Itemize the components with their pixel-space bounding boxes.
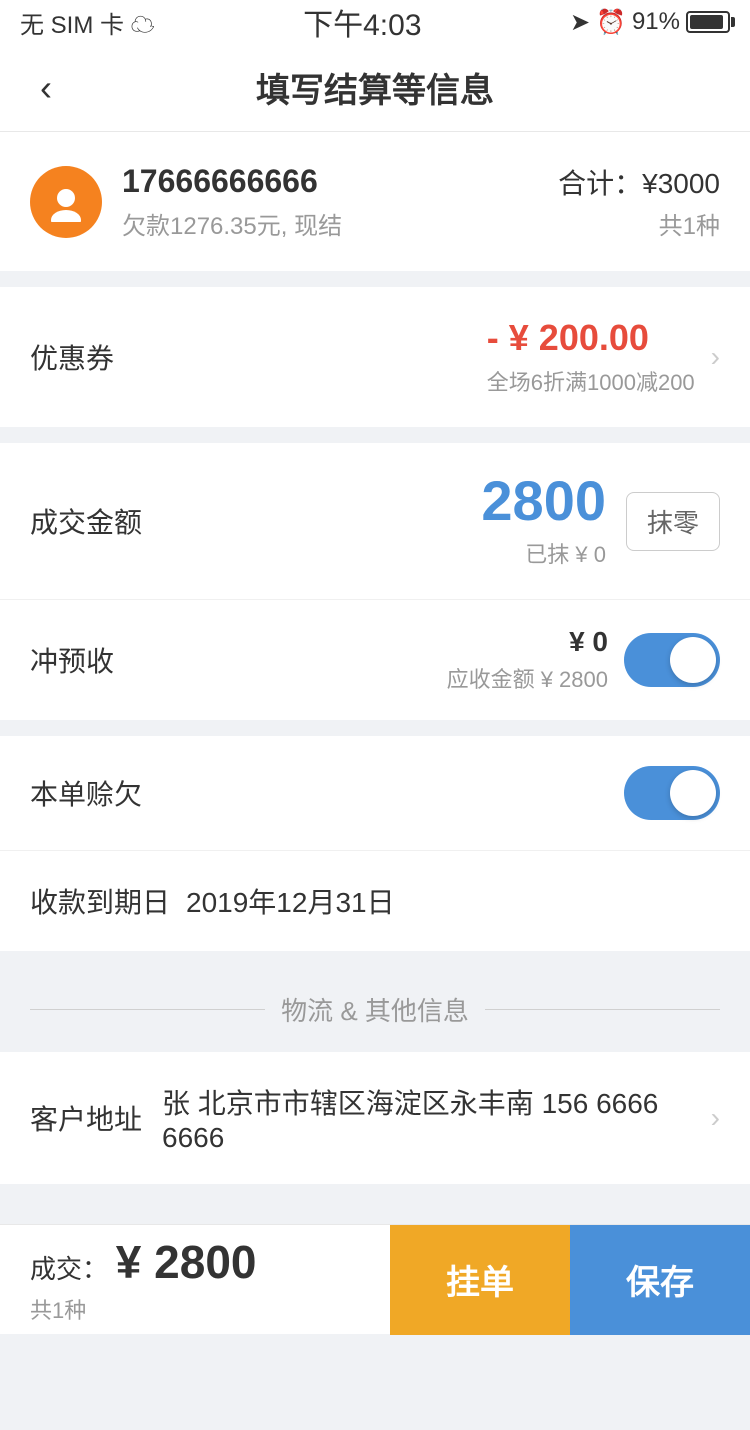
save-button[interactable]: 保存	[570, 1225, 750, 1335]
due-date-value: 2019年12月31日	[186, 881, 395, 921]
total-label: 合计：	[558, 168, 642, 199]
address-section: 客户地址 张 北京市市辖区海淀区永丰南 156 6666 6666 ›	[0, 1052, 750, 1184]
logistics-line-right	[485, 1009, 720, 1010]
battery-percent: 91%	[632, 8, 680, 36]
total-count: 共1种	[558, 206, 720, 241]
coupon-right: - ¥ 200.00 全场6折满1000减200 ›	[487, 317, 720, 397]
due-date-label: 收款到期日	[30, 881, 170, 921]
status-right: ➤ ⏰ 91%	[570, 8, 730, 37]
bandan-toggle-knob	[670, 770, 716, 816]
address-label: 客户地址	[30, 1098, 142, 1138]
coupon-section: 优惠券 - ¥ 200.00 全场6折满1000减200 ›	[0, 287, 750, 427]
logistics-label: 物流 & 其他信息	[281, 991, 469, 1028]
alarm-icon: ⏰	[596, 8, 626, 37]
deal-amount-sub: 已抹 ¥ 0	[481, 537, 606, 569]
footer-info: 成交： ¥ 2800 共1种	[0, 1235, 390, 1325]
bandan-row: 本单赊欠	[0, 736, 750, 850]
footer-count: 共1种	[30, 1293, 360, 1325]
chong-right: ¥ 0 应收金额 ¥ 2800	[447, 626, 720, 694]
footer-deal-line: 成交： ¥ 2800	[30, 1235, 360, 1289]
logistics-line-left	[30, 1009, 265, 1010]
coupon-row[interactable]: 优惠券 - ¥ 200.00 全场6折满1000减200 ›	[0, 287, 750, 427]
coupon-label: 优惠券	[30, 337, 114, 377]
avatar	[30, 166, 102, 238]
nav-bar: ‹ 填写结算等信息	[0, 44, 750, 132]
customer-info: 17666666666 欠款1276.35元, 现结	[122, 163, 342, 241]
footer-deal-label: 成交：	[30, 1254, 108, 1284]
customer-phone: 17666666666	[122, 163, 342, 200]
deal-amount-label: 成交金额	[30, 501, 142, 541]
chong-yushou-row: 冲预收 ¥ 0 应收金额 ¥ 2800	[0, 599, 750, 720]
hang-order-button[interactable]: 挂单	[390, 1225, 570, 1335]
logistics-divider: 物流 & 其他信息	[0, 967, 750, 1052]
chong-toggle[interactable]	[624, 633, 720, 687]
address-value: 张 北京市市辖区海淀区永丰南 156 6666 6666	[162, 1082, 701, 1154]
status-left: 无 SIM 卡 ☁	[20, 5, 155, 40]
deal-amount-value[interactable]: 2800	[481, 473, 606, 529]
chong-label: 冲预收	[30, 640, 114, 680]
customer-debt: 欠款1276.35元, 现结	[122, 206, 342, 241]
customer-total: 合计：¥3000 共1种	[558, 162, 720, 241]
due-date-row: 收款到期日 2019年12月31日	[0, 850, 750, 951]
coupon-discount: - ¥ 200.00	[487, 317, 695, 359]
footer-amount: ¥ 2800	[116, 1236, 257, 1288]
location-icon: ➤	[570, 8, 590, 37]
bandan-toggle[interactable]	[624, 766, 720, 820]
status-time: 下午4:03	[303, 0, 421, 44]
toggle-knob	[670, 637, 716, 683]
chong-values: ¥ 0 应收金额 ¥ 2800	[447, 626, 608, 694]
bandan-section: 本单赊欠 收款到期日 2019年12月31日	[0, 736, 750, 951]
sim-label: 无 SIM 卡 ☁	[20, 5, 155, 40]
footer: 成交： ¥ 2800 共1种 挂单 保存	[0, 1224, 750, 1334]
round-zero-button[interactable]: 抹零	[626, 492, 720, 551]
address-chevron-icon: ›	[711, 1102, 720, 1134]
total-label-amount: 合计：¥3000	[558, 162, 720, 202]
coupon-desc: 全场6折满1000减200	[487, 365, 695, 397]
status-bar: 无 SIM 卡 ☁ 下午4:03 ➤ ⏰ 91%	[0, 0, 750, 44]
battery-icon	[686, 11, 730, 33]
address-right: 张 北京市市辖区海淀区永丰南 156 6666 6666 ›	[162, 1082, 720, 1154]
customer-left: 17666666666 欠款1276.35元, 现结	[30, 163, 342, 241]
deal-section: 成交金额 2800 已抹 ¥ 0 抹零 冲预收 ¥ 0 应收金额 ¥ 2800	[0, 443, 750, 720]
address-row[interactable]: 客户地址 张 北京市市辖区海淀区永丰南 156 6666 6666 ›	[0, 1052, 750, 1184]
chong-sub: 应收金额 ¥ 2800	[447, 662, 608, 694]
deal-amount-right: 2800 已抹 ¥ 0 抹零	[481, 473, 720, 569]
deal-amount-row: 成交金额 2800 已抹 ¥ 0 抹零	[0, 443, 750, 599]
customer-card: 17666666666 欠款1276.35元, 现结 合计：¥3000 共1种	[0, 132, 750, 271]
chong-amount: ¥ 0	[447, 626, 608, 658]
total-amount: ¥3000	[642, 168, 720, 199]
chevron-right-icon: ›	[711, 341, 720, 373]
back-button[interactable]: ‹	[30, 57, 62, 119]
bandan-label: 本单赊欠	[30, 773, 142, 813]
page-title: 填写结算等信息	[256, 63, 494, 112]
